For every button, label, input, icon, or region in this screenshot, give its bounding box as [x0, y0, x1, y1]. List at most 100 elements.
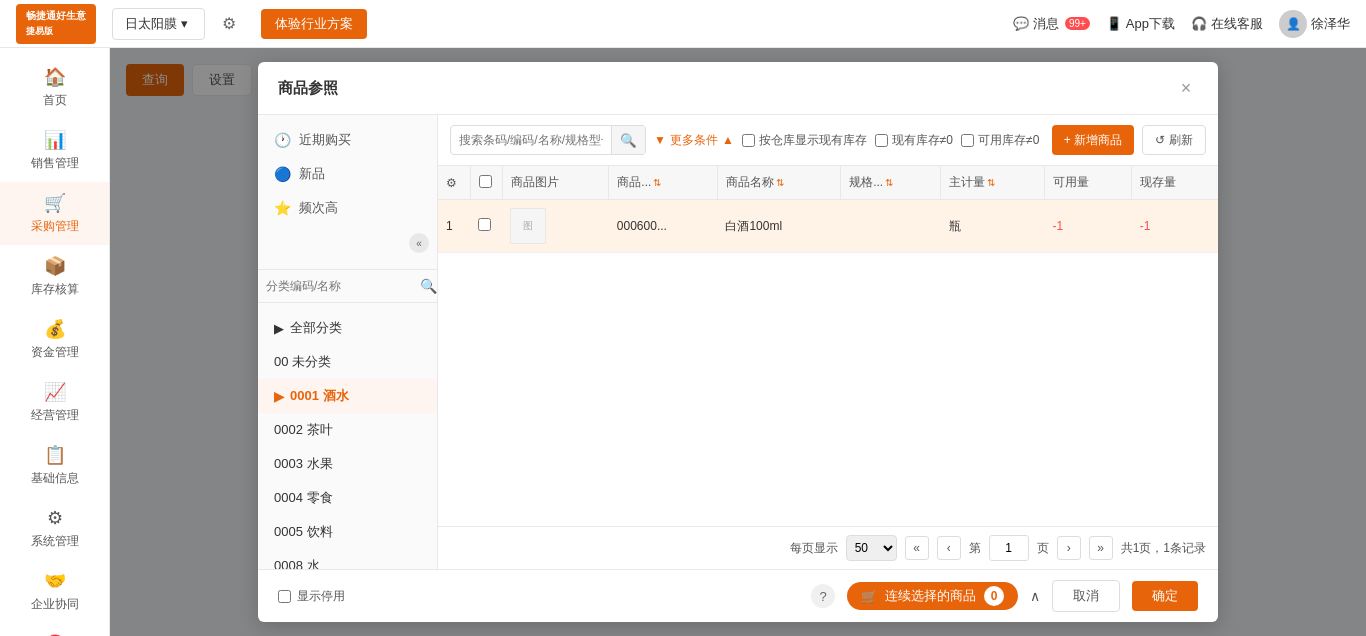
cart-count: 0 [984, 586, 1004, 606]
purchase-icon: 🛒 [44, 192, 66, 214]
sidebar-label-inventory: 库存核算 [31, 281, 79, 298]
user-item[interactable]: 👤 徐泽华 [1279, 10, 1350, 38]
select-all-checkbox[interactable] [479, 175, 492, 188]
left-panel: 🕐 近期购买 🔵 新品 ⭐ 频次高 « [258, 115, 438, 569]
filter-up-icon: ▲ [722, 133, 734, 147]
help-btn[interactable]: ? [811, 584, 835, 608]
cart-area[interactable]: 🛒 连续选择的商品 0 [847, 582, 1018, 610]
sidebar-label-collab: 企业协同 [31, 596, 79, 613]
product-search-btn[interactable]: 🔍 [611, 125, 645, 155]
category-00[interactable]: 00 未分类 [258, 345, 437, 379]
th-spec: 规格... ⇅ [841, 166, 941, 200]
spec-sort-icon[interactable]: ⇅ [885, 177, 893, 188]
collapse-left-btn[interactable]: « [409, 233, 429, 253]
tab-frequent[interactable]: ⭐ 频次高 [258, 191, 437, 225]
sidebar-item-guide[interactable]: 🎯 新手引导 [0, 623, 109, 636]
message-icon: 💬 [1013, 16, 1029, 31]
content-area: 查询 设置 商品参照 × 🕐 近期购买 [110, 48, 1366, 636]
online-service-item[interactable]: 🎧 在线客服 [1191, 15, 1263, 33]
category-search-icon[interactable]: 🔍 [420, 278, 437, 294]
message-badge: 99+ [1065, 17, 1090, 30]
footer-left: 显示停用 [278, 588, 345, 605]
page-label: 第 [969, 540, 981, 557]
th-name: 商品名称 ⇅ [717, 166, 840, 200]
last-page-btn[interactable]: » [1089, 536, 1113, 560]
store-name: 日太阳膜 [125, 15, 177, 33]
filter-icon: ▼ [654, 133, 666, 147]
checkbox-available-label: 可用库存≠0 [978, 132, 1039, 149]
show-disabled-checkbox[interactable] [278, 590, 291, 603]
category-0002[interactable]: 0002 茶叶 [258, 413, 437, 447]
row-check [470, 200, 502, 253]
modal-body: 🕐 近期购买 🔵 新品 ⭐ 频次高 « [258, 115, 1218, 569]
sidebar-item-purchase[interactable]: 🛒 采购管理 [0, 182, 109, 245]
table-settings-icon[interactable]: ⚙ [446, 176, 457, 190]
table-row[interactable]: 1 图 000600... 白酒100ml [438, 200, 1218, 253]
new-icon: 🔵 [274, 166, 291, 182]
code-sort-icon[interactable]: ⇅ [653, 177, 661, 188]
first-page-btn[interactable]: « [905, 536, 929, 560]
store-dropdown[interactable]: 日太阳膜 ▾ [112, 8, 205, 40]
collab-icon: 🤝 [44, 570, 66, 592]
sidebar-item-inventory[interactable]: 📦 库存核算 [0, 245, 109, 308]
category-all-arrow: ▶ [274, 321, 284, 336]
sidebar-item-system[interactable]: ⚙ 系统管理 [0, 497, 109, 560]
phone-icon: 📱 [1106, 16, 1122, 31]
category-0005-label: 0005 饮料 [274, 523, 333, 541]
prev-page-btn[interactable]: ‹ [937, 536, 961, 560]
sidebar-item-basic[interactable]: 📋 基础信息 [0, 434, 109, 497]
next-page-btn[interactable]: › [1057, 536, 1081, 560]
tab-new-product[interactable]: 🔵 新品 [258, 157, 437, 191]
sidebar-label-home: 首页 [43, 92, 67, 109]
row-checkbox[interactable] [478, 218, 491, 231]
category-0003[interactable]: 0003 水果 [258, 447, 437, 481]
category-0003-label: 0003 水果 [274, 455, 333, 473]
checkbox-stock[interactable] [875, 134, 888, 147]
sidebar-label-basic: 基础信息 [31, 470, 79, 487]
name-sort-icon[interactable]: ⇅ [776, 177, 784, 188]
sales-icon: 📊 [44, 129, 66, 151]
footer-right: ? 🛒 连续选择的商品 0 ∧ 取消 确定 [811, 580, 1198, 612]
filter-btn[interactable]: ▼ 更多条件 ▲ [654, 132, 734, 149]
cart-collapse-icon[interactable]: ∧ [1030, 588, 1040, 604]
category-0004[interactable]: 0004 零食 [258, 481, 437, 515]
product-table-wrap: ⚙ 商品图片 [438, 166, 1218, 526]
checkbox-stock-wrap: 现有库存≠0 [875, 132, 953, 149]
gear-button[interactable]: ⚙ [213, 8, 245, 40]
category-0005[interactable]: 0005 饮料 [258, 515, 437, 549]
category-all[interactable]: ▶ 全部分类 [258, 311, 437, 345]
row-stock: -1 [1132, 200, 1218, 253]
th-code: 商品... ⇅ [609, 166, 718, 200]
product-search-input[interactable] [451, 133, 611, 147]
sidebar-item-home[interactable]: 🏠 首页 [0, 56, 109, 119]
sidebar: 🏠 首页 📊 销售管理 🛒 采购管理 📦 库存核算 💰 资金管理 📈 经营管理 … [0, 48, 110, 636]
cancel-btn[interactable]: 取消 [1052, 580, 1120, 612]
sidebar-item-collab[interactable]: 🤝 企业协同 [0, 560, 109, 623]
sidebar-item-sales[interactable]: 📊 销售管理 [0, 119, 109, 182]
sidebar-item-ops[interactable]: 📈 经营管理 [0, 371, 109, 434]
cart-icon: 🛒 [861, 589, 877, 604]
category-0001[interactable]: ▶ 0001 酒水 [258, 379, 437, 413]
checkbox-warehouse[interactable] [742, 134, 755, 147]
refresh-btn[interactable]: ↺ 刷新 [1142, 125, 1206, 155]
category-search-input[interactable] [266, 279, 416, 293]
app-download-item[interactable]: 📱 App下载 [1106, 15, 1175, 33]
modal: 商品参照 × 🕐 近期购买 🔵 [258, 62, 1218, 622]
trial-btn[interactable]: 体验行业方案 [261, 9, 367, 39]
tab-frequent-label: 频次高 [299, 199, 338, 217]
left-panel-tabs: 🕐 近期购买 🔵 新品 ⭐ 频次高 « [258, 115, 437, 270]
modal-close-button[interactable]: × [1174, 76, 1198, 100]
category-0008[interactable]: 0008 水 [258, 549, 437, 569]
pagination: 每页显示 50 10 20 100 « ‹ 第 页 [438, 526, 1218, 569]
checkbox-available[interactable] [961, 134, 974, 147]
confirm-btn[interactable]: 确定 [1132, 581, 1198, 611]
add-product-btn[interactable]: + 新增商品 [1052, 125, 1134, 155]
sidebar-item-finance[interactable]: 💰 资金管理 [0, 308, 109, 371]
unit-sort-icon[interactable]: ⇅ [987, 177, 995, 188]
checkbox-available-wrap: 可用库存≠0 [961, 132, 1039, 149]
refresh-icon: ↺ [1155, 133, 1165, 147]
page-input[interactable] [989, 535, 1029, 561]
page-size-select[interactable]: 50 10 20 100 [846, 535, 897, 561]
tab-recent-purchase[interactable]: 🕐 近期购买 [258, 123, 437, 157]
message-item[interactable]: 💬 消息 99+ [1013, 15, 1090, 33]
